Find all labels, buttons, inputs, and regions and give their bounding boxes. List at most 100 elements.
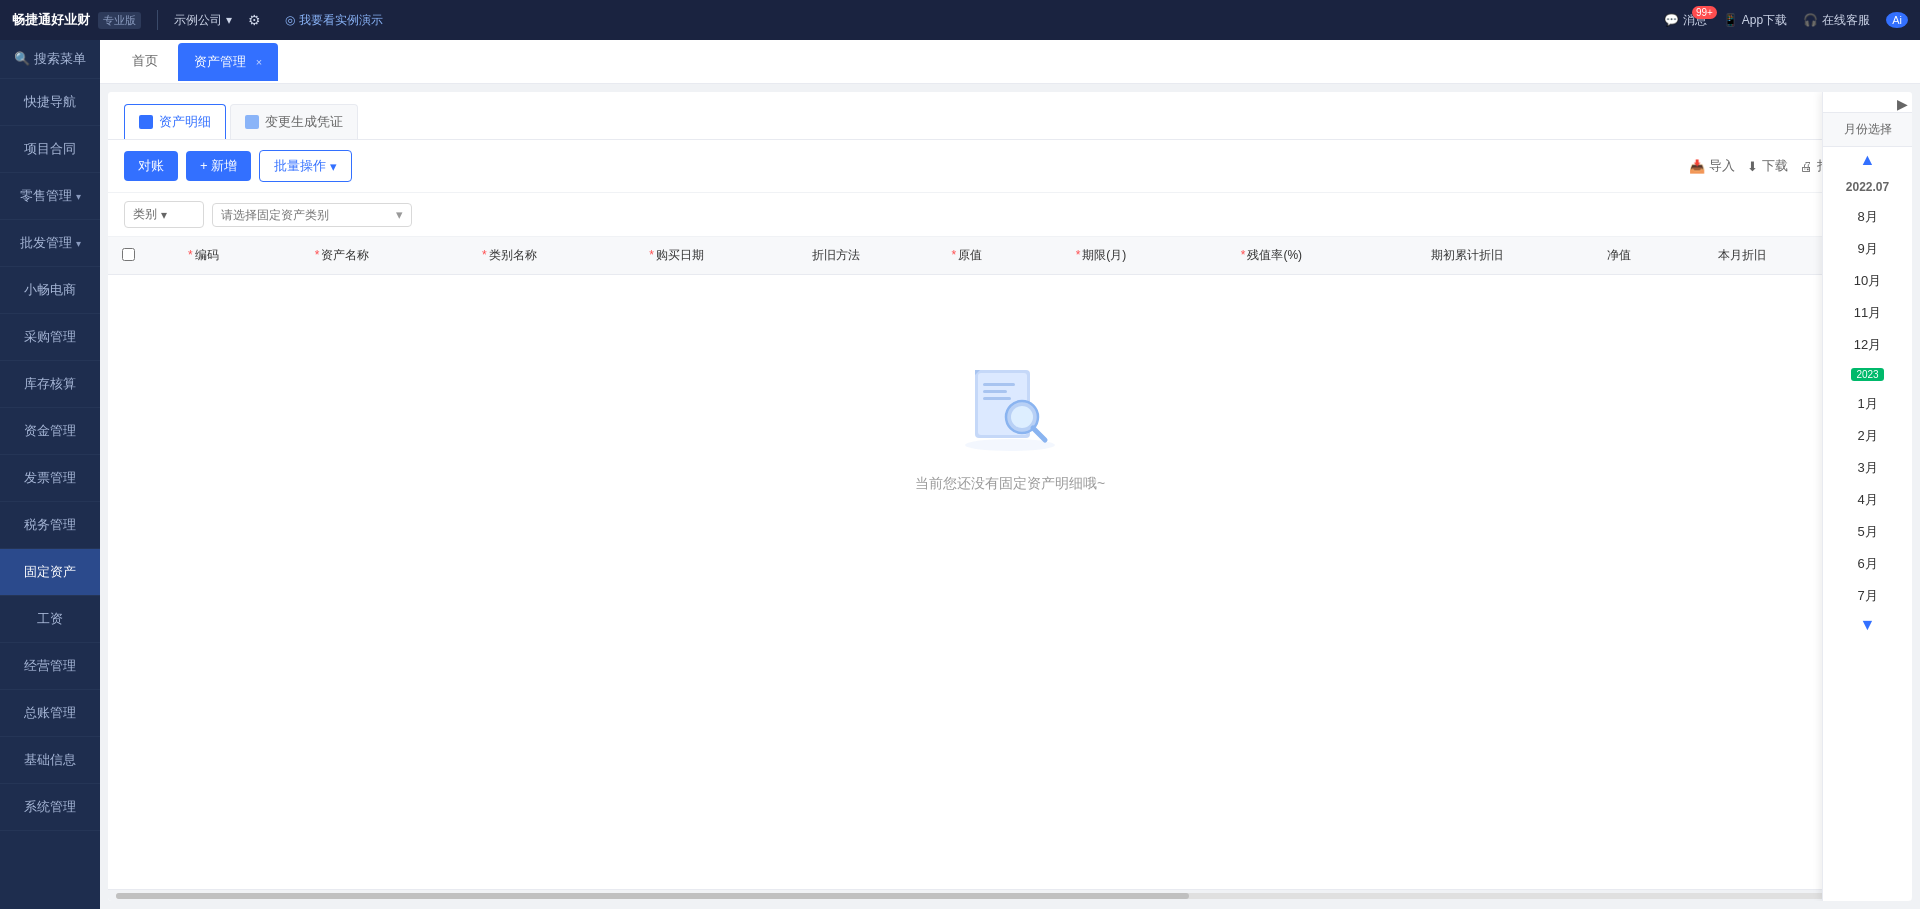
col-name: *资产名称 bbox=[258, 237, 425, 275]
sidebar-item-capital-mgmt[interactable]: 资金管理 bbox=[0, 408, 100, 455]
col-code: *编码 bbox=[148, 237, 258, 275]
download-icon: 📱 bbox=[1723, 13, 1738, 27]
sidebar-item-project-contract[interactable]: 项目合同 bbox=[0, 126, 100, 173]
sidebar-item-invoice-mgmt[interactable]: 发票管理 bbox=[0, 455, 100, 502]
batch-ops-button[interactable]: 批量操作 ▾ bbox=[259, 150, 352, 182]
top-bar: 畅捷通好业财 专业版 示例公司 ▾ ⚙ ◎ 我要看实例演示 💬 消息 99+ 📱… bbox=[0, 0, 1920, 40]
col-purchase-date: *购买日期 bbox=[593, 237, 760, 275]
empty-state: 当前您还没有固定资产明细哦~ bbox=[108, 275, 1912, 573]
assets-table: *编码 *资产名称 *类别名称 *购买日期 折旧方法 *原值 *期限(月) *残… bbox=[108, 237, 1912, 573]
month-panel-header: 月份选择 bbox=[1823, 113, 1912, 147]
sidebar-item-general-ledger[interactable]: 总账管理 bbox=[0, 690, 100, 737]
demo-link[interactable]: ◎ 我要看实例演示 bbox=[285, 12, 383, 29]
main-layout: 🔍 搜索菜单 快捷导航 项目合同 零售管理 ▾ 批发管理 ▾ 小畅电商 采购管理… bbox=[0, 40, 1920, 909]
batch-expand-icon: ▾ bbox=[76, 238, 81, 249]
month-12[interactable]: 12月 bbox=[1823, 329, 1912, 361]
sidebar-item-ecommerce[interactable]: 小畅电商 bbox=[0, 267, 100, 314]
import-icon: 📥 bbox=[1689, 159, 1705, 174]
col-net-value: 净值 bbox=[1571, 237, 1666, 275]
sidebar-item-batch-mgmt[interactable]: 批发管理 ▾ bbox=[0, 220, 100, 267]
main-panel: 资产明细 变更生成凭证 对账 + 新增 批量操作 ▾ bbox=[108, 92, 1912, 901]
month-8[interactable]: 8月 bbox=[1823, 201, 1912, 233]
sidebar-item-basic-info[interactable]: 基础信息 bbox=[0, 737, 100, 784]
empty-illustration bbox=[950, 355, 1070, 455]
reconcile-button[interactable]: 对账 bbox=[124, 151, 178, 181]
empty-text: 当前您还没有固定资产明细哦~ bbox=[915, 475, 1105, 493]
tab-close-icon[interactable]: × bbox=[256, 56, 262, 68]
app-download-button[interactable]: 📱 App下载 bbox=[1723, 12, 1787, 29]
tab-home[interactable]: 首页 bbox=[116, 42, 174, 82]
sidebar-item-quick-nav[interactable]: 快捷导航 bbox=[0, 79, 100, 126]
sidebar-item-retail-mgmt[interactable]: 零售管理 ▾ bbox=[0, 173, 100, 220]
batch-chevron-icon: ▾ bbox=[330, 159, 337, 174]
scroll-thumb[interactable] bbox=[116, 893, 1189, 899]
inner-tab-change-voucher[interactable]: 变更生成凭证 bbox=[230, 104, 358, 139]
sidebar-item-purchase-mgmt[interactable]: 采购管理 bbox=[0, 314, 100, 361]
month-selector-panel: ▶ 月份选择 ▲ 2022.07 8月 9月 10月 11月 12月 2023 … bbox=[1822, 92, 1912, 901]
empty-row: 当前您还没有固定资产明细哦~ bbox=[108, 275, 1912, 574]
col-category: *类别名称 bbox=[426, 237, 593, 275]
year-2022-label: 2022.07 bbox=[1823, 173, 1912, 201]
month-10[interactable]: 10月 bbox=[1823, 265, 1912, 297]
tab-bar: 首页 资产管理 × bbox=[100, 40, 1920, 84]
add-button[interactable]: + 新增 bbox=[186, 151, 251, 181]
category-input[interactable] bbox=[212, 203, 412, 227]
chevron-up-icon: ▲ bbox=[1860, 151, 1876, 169]
col-period: *期限(月) bbox=[1022, 237, 1180, 275]
company-selector[interactable]: 示例公司 ▾ bbox=[174, 12, 232, 29]
user-icon: Ai bbox=[1886, 12, 1908, 28]
svg-line-8 bbox=[1033, 428, 1045, 440]
category-filter[interactable]: 类别 ▾ bbox=[124, 201, 204, 228]
inner-tabs: 资产明细 变更生成凭证 bbox=[108, 92, 1912, 140]
collapse-panel-icon[interactable]: ▶ bbox=[1897, 96, 1908, 112]
sidebar-item-tax-mgmt[interactable]: 税务管理 bbox=[0, 502, 100, 549]
app-subtitle: 专业版 bbox=[98, 12, 141, 29]
month-6[interactable]: 6月 bbox=[1823, 548, 1912, 580]
col-residual-rate: *残值率(%) bbox=[1180, 237, 1363, 275]
month-11[interactable]: 11月 bbox=[1823, 297, 1912, 329]
sidebar: 🔍 搜索菜单 快捷导航 项目合同 零售管理 ▾ 批发管理 ▾ 小畅电商 采购管理… bbox=[0, 40, 100, 909]
bottom-scrollbar[interactable] bbox=[108, 889, 1912, 901]
filter-chevron-icon: ▾ bbox=[161, 208, 167, 222]
sidebar-item-fixed-assets[interactable]: 固定资产 bbox=[0, 549, 100, 596]
month-1[interactable]: 1月 bbox=[1823, 388, 1912, 420]
month-down-arrow[interactable]: ▼ bbox=[1823, 612, 1912, 638]
month-up-arrow[interactable]: ▲ bbox=[1823, 147, 1912, 173]
sidebar-item-salary[interactable]: 工资 bbox=[0, 596, 100, 643]
company-name: 示例公司 bbox=[174, 12, 222, 29]
inner-tab-asset-detail[interactable]: 资产明细 bbox=[124, 104, 226, 139]
select-all-checkbox[interactable] bbox=[122, 248, 135, 261]
print-icon: 🖨 bbox=[1800, 159, 1813, 174]
tab-asset-mgmt[interactable]: 资产管理 × bbox=[178, 43, 278, 81]
download-button[interactable]: ⬇ 下载 bbox=[1747, 157, 1788, 175]
svg-rect-4 bbox=[983, 390, 1007, 393]
category-dropdown-icon: ▾ bbox=[396, 207, 403, 222]
sidebar-item-system-mgmt[interactable]: 系统管理 bbox=[0, 784, 100, 831]
retail-expand-icon: ▾ bbox=[76, 191, 81, 202]
col-depreciation-method: 折旧方法 bbox=[760, 237, 911, 275]
month-7[interactable]: 7月 bbox=[1823, 580, 1912, 612]
table-header-row: *编码 *资产名称 *类别名称 *购买日期 折旧方法 *原值 *期限(月) *残… bbox=[108, 237, 1912, 275]
sidebar-item-inventory[interactable]: 库存核算 bbox=[0, 361, 100, 408]
toolbar: 对账 + 新增 批量操作 ▾ 📥 导入 ⬇ 下载 bbox=[108, 140, 1912, 193]
headset-icon: 🎧 bbox=[1803, 13, 1818, 27]
select-all-header[interactable] bbox=[108, 237, 148, 275]
svg-point-7 bbox=[1011, 406, 1033, 428]
year-2023-badge: 2023 bbox=[1823, 361, 1912, 388]
month-5[interactable]: 5月 bbox=[1823, 516, 1912, 548]
messages-button[interactable]: 💬 消息 99+ bbox=[1664, 12, 1707, 29]
settings-button[interactable]: ⚙ bbox=[248, 12, 261, 28]
month-4[interactable]: 4月 bbox=[1823, 484, 1912, 516]
col-original-value: *原值 bbox=[912, 237, 1022, 275]
table-container: *编码 *资产名称 *类别名称 *购买日期 折旧方法 *原值 *期限(月) *残… bbox=[108, 237, 1912, 889]
import-button[interactable]: 📥 导入 bbox=[1689, 157, 1735, 175]
sidebar-item-operations-mgmt[interactable]: 经营管理 bbox=[0, 643, 100, 690]
month-9[interactable]: 9月 bbox=[1823, 233, 1912, 265]
month-3[interactable]: 3月 bbox=[1823, 452, 1912, 484]
user-avatar[interactable]: Ai bbox=[1886, 12, 1908, 28]
sidebar-item-search[interactable]: 🔍 搜索菜单 bbox=[0, 40, 100, 79]
month-2[interactable]: 2月 bbox=[1823, 420, 1912, 452]
filter-bar: 类别 ▾ ▾ bbox=[108, 193, 1912, 237]
chevron-down-icon: ▼ bbox=[1860, 616, 1876, 634]
online-service-button[interactable]: 🎧 在线客服 bbox=[1803, 12, 1870, 29]
